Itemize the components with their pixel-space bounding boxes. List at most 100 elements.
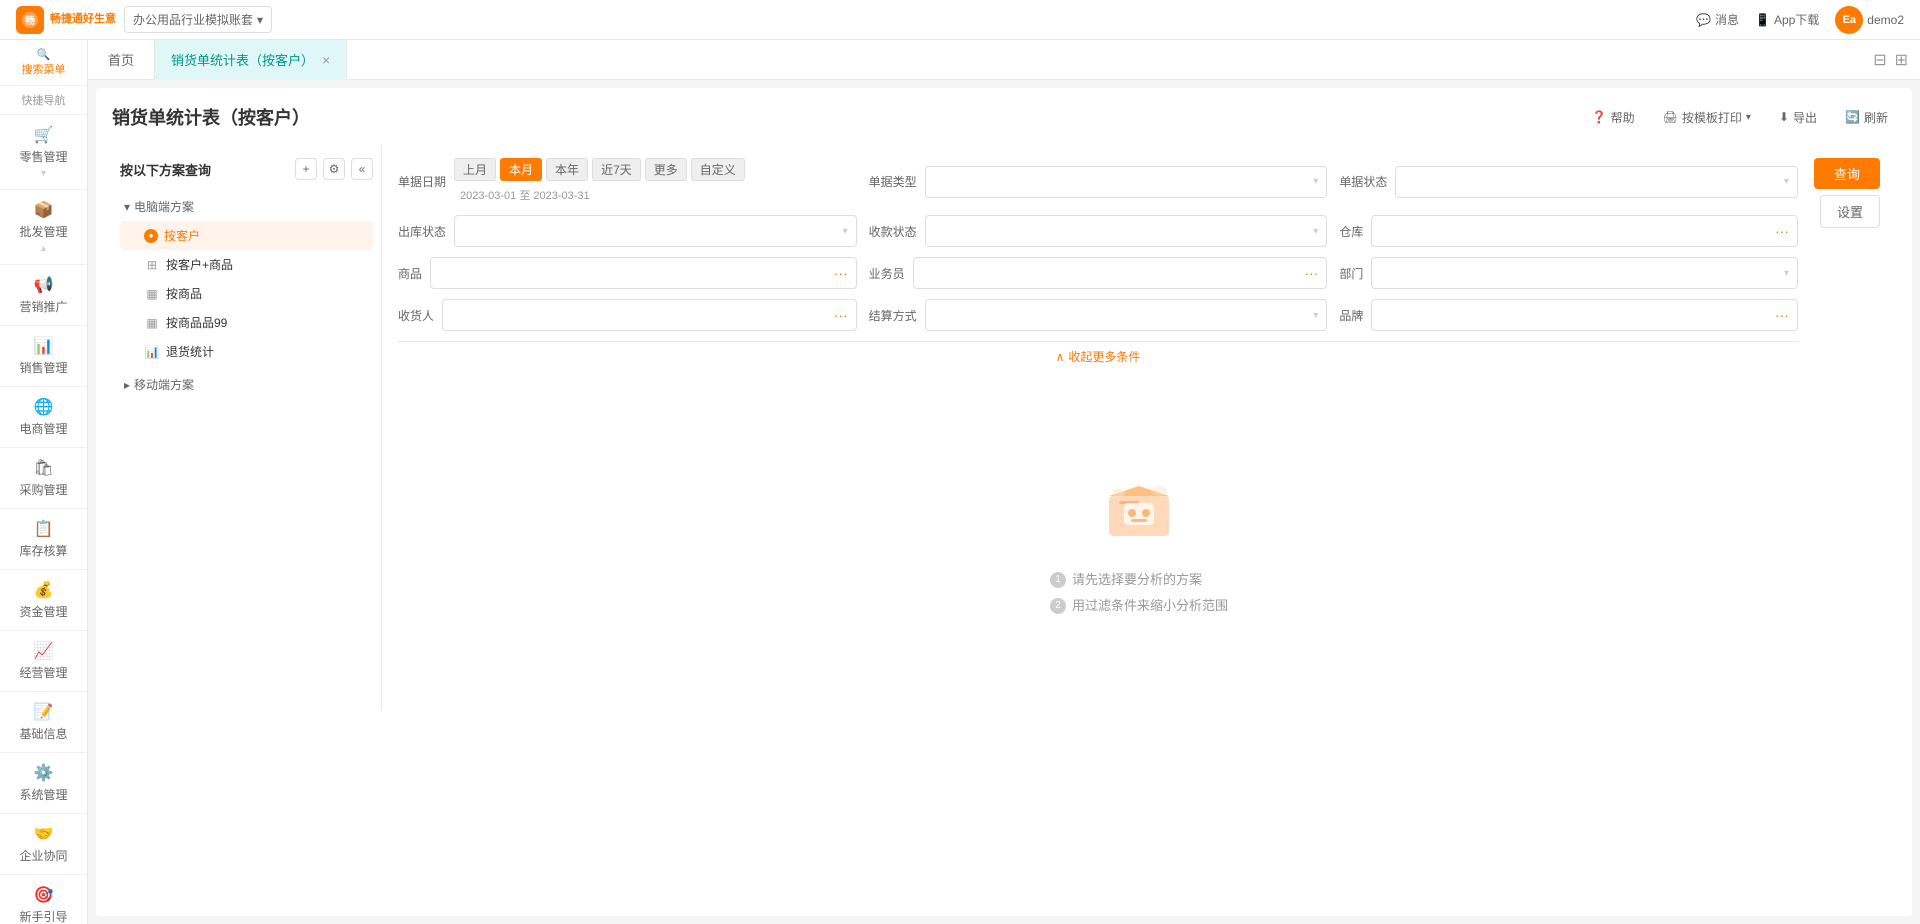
sidebar-nav: 快捷导航 xyxy=(0,86,87,115)
warehouse-ellipsis-icon: ··· xyxy=(1775,223,1789,239)
warehouse-selector[interactable]: ··· xyxy=(1371,215,1798,247)
scheme-item-by-product-99[interactable]: ▦ 按商品品99 xyxy=(120,308,373,337)
recipient-ellipsis-icon: ··· xyxy=(834,307,848,323)
sidebar-item-inventory[interactable]: 📋 库存核算 xyxy=(0,509,87,570)
export-button[interactable]: ⬇ 导出 xyxy=(1771,105,1825,130)
wholesale-icon: 📦 xyxy=(4,200,83,220)
chevron-right-icon: ▸ xyxy=(124,378,130,392)
sidebar-item-marketing[interactable]: 📢 营销推广 xyxy=(0,265,87,326)
department-label: 部门 xyxy=(1339,265,1363,282)
date-btn-more[interactable]: 更多 xyxy=(645,158,687,181)
date-btn-lastmonth[interactable]: 上月 xyxy=(454,158,496,181)
sidebar-item-newuser[interactable]: 🎯 新手引导 xyxy=(0,875,87,924)
print-button[interactable]: 🖨 按模板打印 ▾ xyxy=(1655,105,1759,130)
out-status-arrow-icon: ▾ xyxy=(843,226,848,237)
add-scheme-button[interactable]: + xyxy=(295,158,317,180)
tab-home[interactable]: 首页 xyxy=(88,40,155,80)
newuser-icon: 🎯 xyxy=(4,885,83,905)
empty-tip-1: 1 请先选择要分析的方案 xyxy=(1050,567,1228,593)
sidebar-item-sales[interactable]: 📊 销售管理 xyxy=(0,326,87,387)
department-cell: 部门 ▾ xyxy=(1339,257,1798,289)
brand-ellipsis-icon: ··· xyxy=(1775,307,1789,323)
scheme-item-by-customer[interactable]: ● 按客户 xyxy=(120,221,373,250)
query-button[interactable]: 查询 xyxy=(1814,158,1880,189)
scheme-item-by-product[interactable]: ▦ 按商品 xyxy=(120,279,373,308)
app-download-button[interactable]: 📱 App下载 xyxy=(1755,11,1819,28)
operation-icon: 📈 xyxy=(4,641,83,661)
doc-status-label: 单据状态 xyxy=(1339,173,1387,190)
collapse-icon: ∧ xyxy=(1056,350,1065,364)
download-icon: 📱 xyxy=(1755,13,1770,27)
date-btn-7days[interactable]: 近7天 xyxy=(592,158,641,181)
doc-type-selector[interactable]: ▾ xyxy=(925,166,1328,198)
product-cell: 商品 ··· xyxy=(398,257,857,289)
department-arrow-icon: ▾ xyxy=(1784,268,1789,279)
date-label: 单据日期 xyxy=(398,173,446,190)
inventory-icon: 📋 xyxy=(4,519,83,539)
warehouse-label: 仓库 xyxy=(1339,223,1363,240)
brand-selector[interactable]: ··· xyxy=(1371,299,1798,331)
sidebar-search[interactable]: 🔍 搜索菜单 xyxy=(0,40,87,86)
receipt-status-arrow-icon: ▾ xyxy=(1313,226,1318,237)
scheme-group-desktop-header[interactable]: ▾ 电脑端方案 xyxy=(120,192,373,221)
date-range-display: 2023-03-01 至 2023-03-31 xyxy=(454,185,596,205)
message-button[interactable]: 💬 消息 xyxy=(1696,11,1739,28)
sidebar-item-enterprise[interactable]: 🤝 企业协同 xyxy=(0,814,87,875)
receipt-status-selector[interactable]: ▾ xyxy=(925,215,1328,247)
tab-maximize-button[interactable]: ⊞ xyxy=(1895,50,1908,70)
product-selector[interactable]: ··· xyxy=(430,257,857,289)
out-status-cell: 出库状态 ▾ xyxy=(398,215,857,247)
user-menu[interactable]: Ea demo2 xyxy=(1835,6,1904,34)
logo-icon: 畅 xyxy=(16,6,44,34)
doc-status-cell: 单据状态 ▾ xyxy=(1339,166,1798,198)
refresh-button[interactable]: 🔄 刷新 xyxy=(1837,105,1896,130)
sidebar-item-finance[interactable]: 💰 资金管理 xyxy=(0,570,87,631)
tab-close-button[interactable]: × xyxy=(322,52,330,68)
empty-illustration xyxy=(1089,451,1189,551)
salesperson-ellipsis-icon: ··· xyxy=(1304,265,1318,281)
industry-selector[interactable]: 办公用品行业模拟账套 ▾ xyxy=(124,6,272,33)
collapse-filters-button[interactable]: ∧ 收起更多条件 xyxy=(398,341,1798,371)
recipient-selector[interactable]: ··· xyxy=(442,299,857,331)
user-name: demo2 xyxy=(1867,13,1904,27)
sidebar-item-basic[interactable]: 📝 基础信息 xyxy=(0,692,87,753)
payment-method-selector[interactable]: ▾ xyxy=(925,299,1328,331)
scheme-item-by-customer-product[interactable]: ⊞ 按客户+商品 xyxy=(120,250,373,279)
payment-method-label: 结算方式 xyxy=(869,307,917,324)
help-button[interactable]: ❓ 帮助 xyxy=(1584,105,1643,130)
out-status-selector[interactable]: ▾ xyxy=(454,215,857,247)
scheme-group-mobile-header[interactable]: ▸ 移动端方案 xyxy=(120,370,373,399)
salesperson-label: 业务员 xyxy=(869,265,905,282)
salesperson-selector[interactable]: ··· xyxy=(913,257,1328,289)
scheme-panel-title: 按以下方案查询 xyxy=(120,160,211,179)
tab-minimize-button[interactable]: ⊟ xyxy=(1873,50,1886,70)
scheme-settings-button[interactable]: ⚙ xyxy=(323,158,345,180)
sidebar-item-operation[interactable]: 📈 经营管理 xyxy=(0,631,87,692)
scheme-table-icon: ▦ xyxy=(144,286,160,302)
date-btn-thisyear[interactable]: 本年 xyxy=(546,158,588,181)
app-download-label: App下载 xyxy=(1774,11,1819,28)
department-selector[interactable]: ▾ xyxy=(1371,257,1798,289)
doc-type-arrow-icon: ▾ xyxy=(1313,176,1318,187)
settings-button[interactable]: 设置 xyxy=(1820,195,1880,228)
scheme-active-icon: ● xyxy=(144,229,158,243)
scheme-table2-icon: ▦ xyxy=(144,315,160,331)
message-icon: 💬 xyxy=(1696,13,1711,27)
brand-cell: 品牌 ··· xyxy=(1339,299,1798,331)
date-btn-thismonth[interactable]: 本月 xyxy=(500,158,542,181)
print-icon: 🖨 xyxy=(1663,110,1678,124)
doc-status-selector[interactable]: ▾ xyxy=(1395,166,1798,198)
tab-sales-stats[interactable]: 销货单统计表（按客户） × xyxy=(155,40,347,80)
scheme-item-return-stats[interactable]: 📊 退货统计 xyxy=(120,337,373,366)
sidebar-item-wholesale[interactable]: 📦 批发管理 ▴ xyxy=(0,190,87,265)
sidebar-item-system[interactable]: ⚙️ 系统管理 xyxy=(0,753,87,814)
sidebar-item-retail[interactable]: 🛒 零售管理 ▾ xyxy=(0,115,87,190)
receipt-status-cell: 收款状态 ▾ xyxy=(869,215,1328,247)
sidebar-item-ecommerce[interactable]: 🌐 电商管理 xyxy=(0,387,87,448)
scheme-collapse-button[interactable]: « xyxy=(351,158,373,180)
date-filter-cell: 单据日期 上月 本月 本年 近7天 更多 自定义 xyxy=(398,158,857,205)
sidebar-item-purchase[interactable]: 🛍 采购管理 xyxy=(0,448,87,509)
date-btn-custom[interactable]: 自定义 xyxy=(691,158,745,181)
chevron-down-icon: ▾ xyxy=(124,200,130,214)
basic-icon: 📝 xyxy=(4,702,83,722)
